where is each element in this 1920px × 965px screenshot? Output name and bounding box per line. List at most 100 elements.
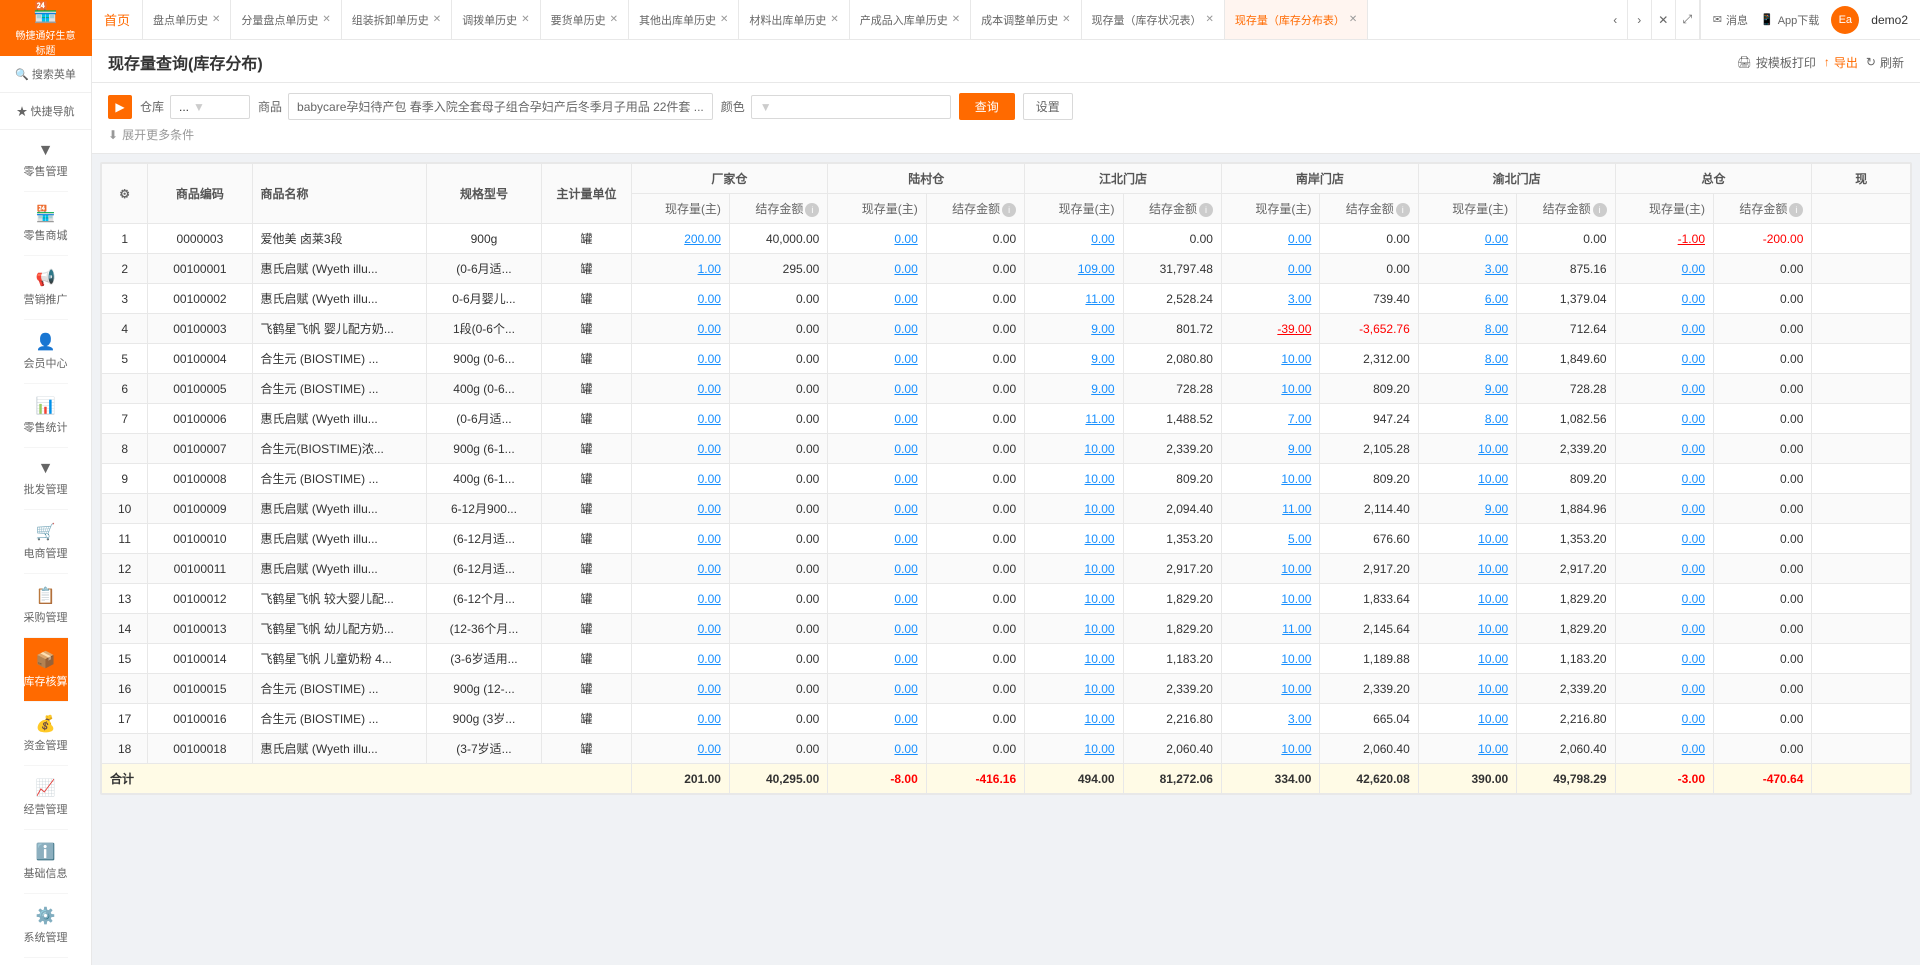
sidebar-item-operation-mgmt[interactable]: 📈经营管理 xyxy=(24,766,68,830)
row-lucun-qty[interactable]: 0.00 xyxy=(828,494,926,524)
tab-close-material-out[interactable]: ✕ xyxy=(830,14,838,25)
row-yubei-qty[interactable]: 10.00 xyxy=(1418,614,1516,644)
row-lucun-qty[interactable]: 0.00 xyxy=(828,614,926,644)
sidebar-item-retail-mgmt[interactable]: ▼零售管理 xyxy=(24,130,68,192)
row-total-qty[interactable]: 0.00 xyxy=(1615,704,1713,734)
tab-close-other-out[interactable]: ✕ xyxy=(720,14,728,25)
row-lucun-qty[interactable]: 0.00 xyxy=(828,254,926,284)
row-total-qty[interactable]: 0.00 xyxy=(1615,404,1713,434)
tab-other-out[interactable]: 其他出库单历史✕ xyxy=(629,0,739,39)
row-nanan-qty[interactable]: 10.00 xyxy=(1221,734,1319,764)
row-nanan-qty[interactable]: -39.00 xyxy=(1221,314,1319,344)
row-total-qty[interactable]: 0.00 xyxy=(1615,344,1713,374)
row-changjia-qty[interactable]: 0.00 xyxy=(631,404,729,434)
row-changjia-qty[interactable]: 0.00 xyxy=(631,434,729,464)
tab-stock-status[interactable]: 现存量（库存状况表）✕ xyxy=(1082,0,1225,39)
row-changjia-qty[interactable]: 0.00 xyxy=(631,314,729,344)
row-yubei-qty[interactable]: 10.00 xyxy=(1418,524,1516,554)
row-yubei-qty[interactable]: 10.00 xyxy=(1418,584,1516,614)
row-yubei-qty[interactable]: 10.00 xyxy=(1418,734,1516,764)
tab-close-branch-stocktake[interactable]: ✕ xyxy=(322,14,330,25)
row-nanan-qty[interactable]: 3.00 xyxy=(1221,284,1319,314)
row-jiangbei-qty[interactable]: 10.00 xyxy=(1025,734,1123,764)
user-avatar[interactable]: Ea xyxy=(1831,6,1859,34)
tab-close-stocktake-history[interactable]: ✕ xyxy=(212,14,220,25)
sidebar-logo[interactable]: 🏪 畅捷通好生意 标题 xyxy=(0,0,92,56)
color-input[interactable]: ▼ xyxy=(751,95,951,119)
row-total-qty[interactable]: 0.00 xyxy=(1615,374,1713,404)
export-btn[interactable]: ↑ 导出 xyxy=(1824,54,1858,71)
row-jiangbei-qty[interactable]: 10.00 xyxy=(1025,704,1123,734)
row-changjia-qty[interactable]: 0.00 xyxy=(631,554,729,584)
print-btn[interactable]: 🖨 按模板打印 xyxy=(1737,54,1816,71)
sidebar-item-basic-info[interactable]: ℹ️基础信息 xyxy=(24,830,68,894)
sidebar-item-marketing[interactable]: 📢营销推广 xyxy=(24,256,68,320)
row-lucun-qty[interactable]: 0.00 xyxy=(828,314,926,344)
row-jiangbei-qty[interactable]: 9.00 xyxy=(1025,314,1123,344)
row-lucun-qty[interactable]: 0.00 xyxy=(828,674,926,704)
row-changjia-qty[interactable]: 0.00 xyxy=(631,674,729,704)
tab-stock-dist[interactable]: 现存量（库存分布表）✕ xyxy=(1225,0,1368,39)
row-nanan-qty[interactable]: 10.00 xyxy=(1221,674,1319,704)
changjia-amt-info[interactable]: i xyxy=(805,203,819,217)
row-total-qty[interactable]: 0.00 xyxy=(1615,734,1713,764)
row-changjia-qty[interactable]: 0.00 xyxy=(631,734,729,764)
row-nanan-qty[interactable]: 11.00 xyxy=(1221,614,1319,644)
row-jiangbei-qty[interactable]: 10.00 xyxy=(1025,524,1123,554)
row-lucun-qty[interactable]: 0.00 xyxy=(828,554,926,584)
row-jiangbei-qty[interactable]: 109.00 xyxy=(1025,254,1123,284)
row-lucun-qty[interactable]: 0.00 xyxy=(828,404,926,434)
sidebar-item-enterprise-collab[interactable]: 🤝企业协同 xyxy=(24,958,68,965)
tab-close-stock-dist[interactable]: ✕ xyxy=(1349,14,1357,25)
tab-close-demand-history[interactable]: ✕ xyxy=(610,14,618,25)
row-changjia-qty[interactable]: 0.00 xyxy=(631,524,729,554)
row-nanan-qty[interactable]: 10.00 xyxy=(1221,464,1319,494)
row-changjia-qty[interactable]: 0.00 xyxy=(631,494,729,524)
row-jiangbei-qty[interactable]: 11.00 xyxy=(1025,284,1123,314)
tab-next-btn[interactable]: › xyxy=(1628,0,1652,39)
row-lucun-qty[interactable]: 0.00 xyxy=(828,464,926,494)
row-changjia-qty[interactable]: 0.00 xyxy=(631,344,729,374)
lucun-amt-info[interactable]: i xyxy=(1002,203,1016,217)
sidebar-item-wholesale-mgmt[interactable]: ▼批发管理 xyxy=(24,448,68,510)
row-nanan-qty[interactable]: 10.00 xyxy=(1221,644,1319,674)
row-nanan-qty[interactable]: 0.00 xyxy=(1221,254,1319,284)
sidebar-search[interactable]: 🔍 搜索英单 xyxy=(0,56,91,93)
row-jiangbei-qty[interactable]: 10.00 xyxy=(1025,464,1123,494)
row-lucun-qty[interactable]: 0.00 xyxy=(828,524,926,554)
row-yubei-qty[interactable]: 10.00 xyxy=(1418,674,1516,704)
row-jiangbei-qty[interactable]: 10.00 xyxy=(1025,584,1123,614)
sidebar-item-purchase-mgmt[interactable]: 📋采购管理 xyxy=(24,574,68,638)
message-btn[interactable]: ✉ 消息 xyxy=(1713,12,1748,28)
row-jiangbei-qty[interactable]: 0.00 xyxy=(1025,224,1123,254)
row-jiangbei-qty[interactable]: 10.00 xyxy=(1025,644,1123,674)
col-gear[interactable]: ⚙ xyxy=(102,164,148,224)
row-total-qty[interactable]: 0.00 xyxy=(1615,554,1713,584)
row-jiangbei-qty[interactable]: 9.00 xyxy=(1025,344,1123,374)
row-yubei-qty[interactable]: 6.00 xyxy=(1418,284,1516,314)
row-total-qty[interactable]: 0.00 xyxy=(1615,494,1713,524)
expand-conditions-btn[interactable]: ⬇ 展开更多条件 xyxy=(108,126,1904,143)
row-lucun-qty[interactable]: 0.00 xyxy=(828,704,926,734)
row-total-qty[interactable]: 0.00 xyxy=(1615,524,1713,554)
tab-close-transfer-history[interactable]: ✕ xyxy=(521,14,529,25)
row-changjia-qty[interactable]: 0.00 xyxy=(631,614,729,644)
tab-close-bundle-dismount[interactable]: ✕ xyxy=(433,14,441,25)
row-nanan-qty[interactable]: 9.00 xyxy=(1221,434,1319,464)
row-yubei-qty[interactable]: 10.00 xyxy=(1418,434,1516,464)
sidebar-item-ecommerce-mgmt[interactable]: 🛒电商管理 xyxy=(24,510,68,574)
sidebar-item-retail-stats[interactable]: 📊零售统计 xyxy=(24,384,68,448)
row-nanan-qty[interactable]: 3.00 xyxy=(1221,704,1319,734)
row-nanan-qty[interactable]: 5.00 xyxy=(1221,524,1319,554)
tab-cost-adjust[interactable]: 成本调整单历史✕ xyxy=(971,0,1081,39)
tab-transfer-history[interactable]: 调拨单历史✕ xyxy=(452,0,540,39)
row-changjia-qty[interactable]: 0.00 xyxy=(631,464,729,494)
tab-material-out[interactable]: 材料出库单历史✕ xyxy=(739,0,849,39)
row-nanan-qty[interactable]: 10.00 xyxy=(1221,554,1319,584)
row-lucun-qty[interactable]: 0.00 xyxy=(828,734,926,764)
row-yubei-qty[interactable]: 0.00 xyxy=(1418,224,1516,254)
row-jiangbei-qty[interactable]: 10.00 xyxy=(1025,494,1123,524)
row-jiangbei-qty[interactable]: 9.00 xyxy=(1025,374,1123,404)
tab-close-stock-status[interactable]: ✕ xyxy=(1206,14,1214,25)
row-yubei-qty[interactable]: 9.00 xyxy=(1418,494,1516,524)
